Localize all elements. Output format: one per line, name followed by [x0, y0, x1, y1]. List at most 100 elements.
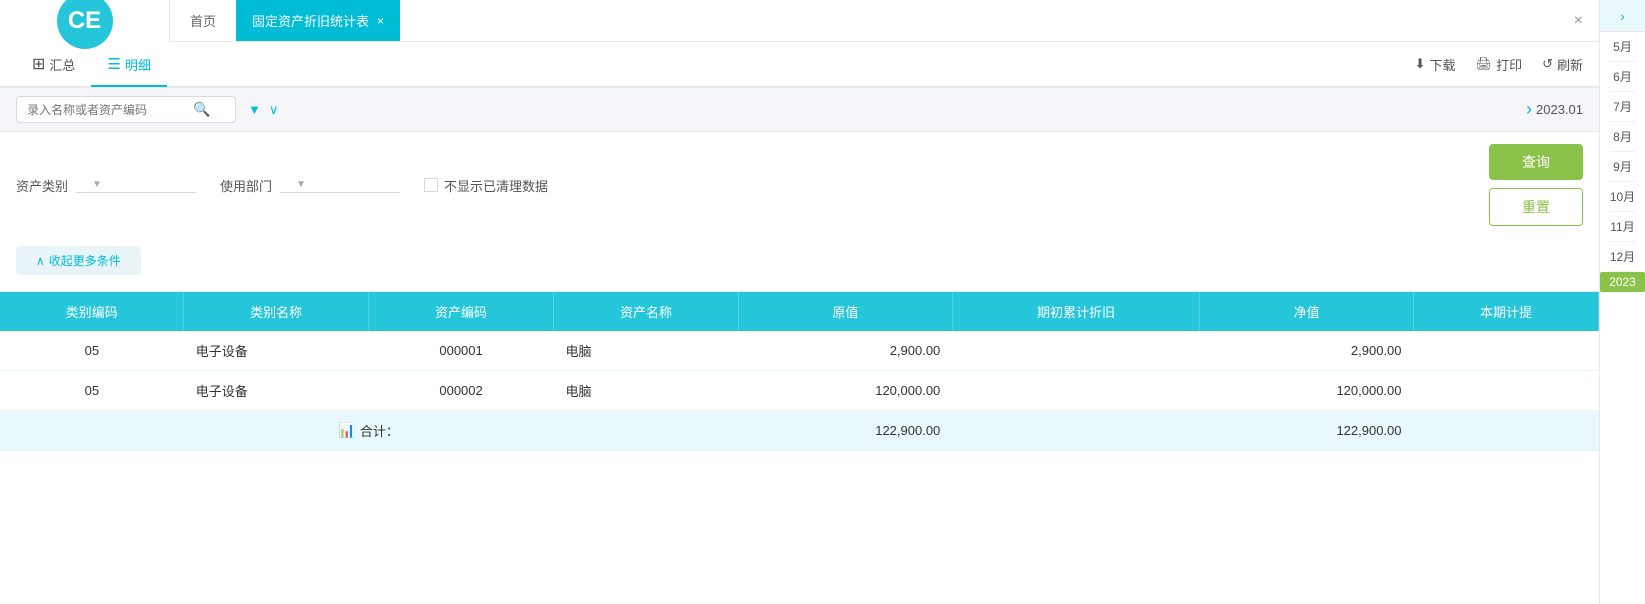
cell-asset-code: 000002	[369, 371, 554, 411]
col-asset-code: 资产编码	[369, 292, 554, 331]
filter-actions: 查询 重置	[1489, 144, 1583, 226]
department-arrow-icon: ▼	[296, 179, 306, 190]
cell-category-code: 05	[0, 371, 184, 411]
cell-original-value: 120,000.00	[738, 371, 952, 411]
refresh-label: 刷新	[1557, 55, 1583, 74]
print-label: 打印	[1496, 55, 1522, 74]
month-item[interactable]: 6月	[1610, 62, 1635, 92]
cell-net-value: 2,900.00	[1200, 331, 1414, 371]
summary-label-cell: 📊 合计：	[184, 411, 554, 451]
download-button[interactable]: ⬇ 下载	[1415, 55, 1456, 74]
data-table: 类别编码 类别名称 资产编码 资产名称 原值 期初累计折旧 净值 本期计提 05…	[0, 292, 1599, 451]
month-item[interactable]: 5月	[1610, 32, 1635, 62]
print-icon: 🖨	[1476, 56, 1493, 72]
print-button[interactable]: 🖨 打印	[1476, 55, 1523, 74]
department-filter: 使用部门 ▼	[220, 176, 400, 195]
active-tab[interactable]: 固定资产折旧统计表 ×	[236, 0, 400, 41]
table-container: 类别编码 类别名称 资产编码 资产名称 原值 期初累计折旧 净值 本期计提 05…	[0, 292, 1599, 604]
department-label: 使用部门	[220, 176, 272, 195]
filter-icon: ▼	[248, 102, 261, 117]
more-conditions-button[interactable]: ▼ ∨	[248, 102, 278, 118]
cell-category-name: 电子设备	[184, 371, 369, 411]
year-badge: 2023	[1600, 272, 1645, 292]
reset-button[interactable]: 重置	[1489, 188, 1583, 226]
toolbar: ⊞ 汇总 ☰ 明细 ⬇ 下载 🖨 打印 ↺ 刷新	[0, 42, 1599, 88]
col-category-name: 类别名称	[184, 292, 369, 331]
refresh-icon: ↺	[1542, 56, 1553, 72]
chevron-down-icon: ∨	[269, 102, 279, 118]
search-input[interactable]	[27, 103, 187, 117]
month-item[interactable]: 12月	[1610, 242, 1635, 272]
col-category-code: 类别编码	[0, 292, 184, 331]
right-sidebar: › 5月6月7月8月9月10月11月12月 2023	[1599, 0, 1645, 604]
collapse-row: ∧ 收起更多条件	[16, 238, 141, 279]
brand-area: CE	[0, 0, 170, 42]
asset-type-label: 资产类别	[16, 176, 68, 195]
summary-row: 📊 合计： 122,900.00 122,900.00	[0, 411, 1599, 451]
search-icon: 🔍	[193, 101, 210, 118]
filter-row: 资产类别 ▼ 使用部门 ▼ 不显示已清理数据 查询 重置	[16, 144, 1583, 226]
summary-tab[interactable]: ⊞ 汇总	[16, 43, 91, 87]
top-nav: CE 首页 固定资产折旧统计表 × ×	[0, 0, 1599, 42]
download-label: 下载	[1430, 55, 1456, 74]
toolbar-right: ⬇ 下载 🖨 打印 ↺ 刷新	[1415, 55, 1583, 74]
nav-home-button[interactable]: 首页	[170, 0, 236, 41]
summary-spacer	[554, 411, 739, 451]
date-label: 2023.01	[1536, 102, 1583, 117]
cell-net-value: 120,000.00	[1200, 371, 1414, 411]
cell-category-code: 05	[0, 331, 184, 371]
cell-category-name: 电子设备	[184, 331, 369, 371]
summary-net-value: 122,900.00	[1200, 411, 1414, 451]
col-net-value: 净值	[1200, 292, 1414, 331]
asset-type-filter: 资产类别 ▼	[16, 176, 196, 195]
active-tab-label: 固定资产折旧统计表	[252, 11, 369, 30]
query-button[interactable]: 查询	[1489, 144, 1583, 180]
month-item[interactable]: 10月	[1610, 182, 1635, 212]
col-original-value: 原值	[738, 292, 952, 331]
asset-type-select[interactable]: ▼	[76, 177, 196, 193]
cell-asset-name: 电脑	[554, 331, 739, 371]
search-bar: 🔍 ▼ ∨ › 2023.01	[0, 88, 1599, 132]
asset-type-arrow-icon: ▼	[92, 179, 102, 190]
month-item[interactable]: 9月	[1610, 152, 1635, 182]
summary-label-text: 合计：	[360, 421, 399, 440]
col-accumulated-depreciation: 期初累计折旧	[952, 292, 1199, 331]
hide-cleared-label: 不显示已清理数据	[444, 176, 548, 195]
summary-accumulated-dep	[952, 411, 1199, 451]
layers-icon: ⊞	[32, 54, 45, 74]
hide-cleared-item[interactable]: 不显示已清理数据	[424, 176, 548, 195]
collapse-icon: ∧	[36, 254, 45, 268]
close-window-button[interactable]: ×	[1574, 12, 1583, 30]
cell-asset-name: 电脑	[554, 371, 739, 411]
cell-current-dep	[1414, 371, 1599, 411]
summary-original-value: 122,900.00	[738, 411, 952, 451]
summary-icon: 📊	[338, 422, 355, 439]
month-item[interactable]: 8月	[1610, 122, 1635, 152]
date-display: › 2023.01	[1526, 99, 1583, 120]
cell-original-value: 2,900.00	[738, 331, 952, 371]
department-select[interactable]: ▼	[280, 177, 400, 193]
chevron-right-icon: ›	[1526, 99, 1532, 120]
cell-current-dep	[1414, 331, 1599, 371]
hide-cleared-checkbox[interactable]	[424, 178, 438, 192]
cell-accumulated-dep	[952, 371, 1199, 411]
detail-tab[interactable]: ☰ 明细	[91, 43, 166, 87]
filter-panel: 资产类别 ▼ 使用部门 ▼ 不显示已清理数据 查询 重置	[0, 132, 1599, 292]
collapse-label: 收起更多条件	[49, 252, 121, 269]
download-icon: ⬇	[1415, 56, 1426, 72]
month-item[interactable]: 11月	[1610, 212, 1635, 242]
close-tab-icon[interactable]: ×	[377, 14, 384, 28]
table-header-row: 类别编码 类别名称 资产编码 资产名称 原值 期初累计折旧 净值 本期计提	[0, 292, 1599, 331]
collapse-button[interactable]: ∧ 收起更多条件	[16, 246, 141, 275]
table-row: 05 电子设备 000001 电脑 2,900.00 2,900.00	[0, 331, 1599, 371]
detail-label: 明细	[125, 55, 151, 74]
col-asset-name: 资产名称	[554, 292, 739, 331]
col-current-depreciation: 本期计提	[1414, 292, 1599, 331]
refresh-button[interactable]: ↺ 刷新	[1542, 55, 1583, 74]
sidebar-up-arrow[interactable]: ›	[1600, 0, 1645, 32]
summary-label: 汇总	[49, 55, 75, 74]
search-input-wrap[interactable]: 🔍	[16, 96, 236, 123]
month-item[interactable]: 7月	[1610, 92, 1635, 122]
brand-logo: CE	[57, 0, 113, 49]
summary-current-dep	[1414, 411, 1599, 451]
